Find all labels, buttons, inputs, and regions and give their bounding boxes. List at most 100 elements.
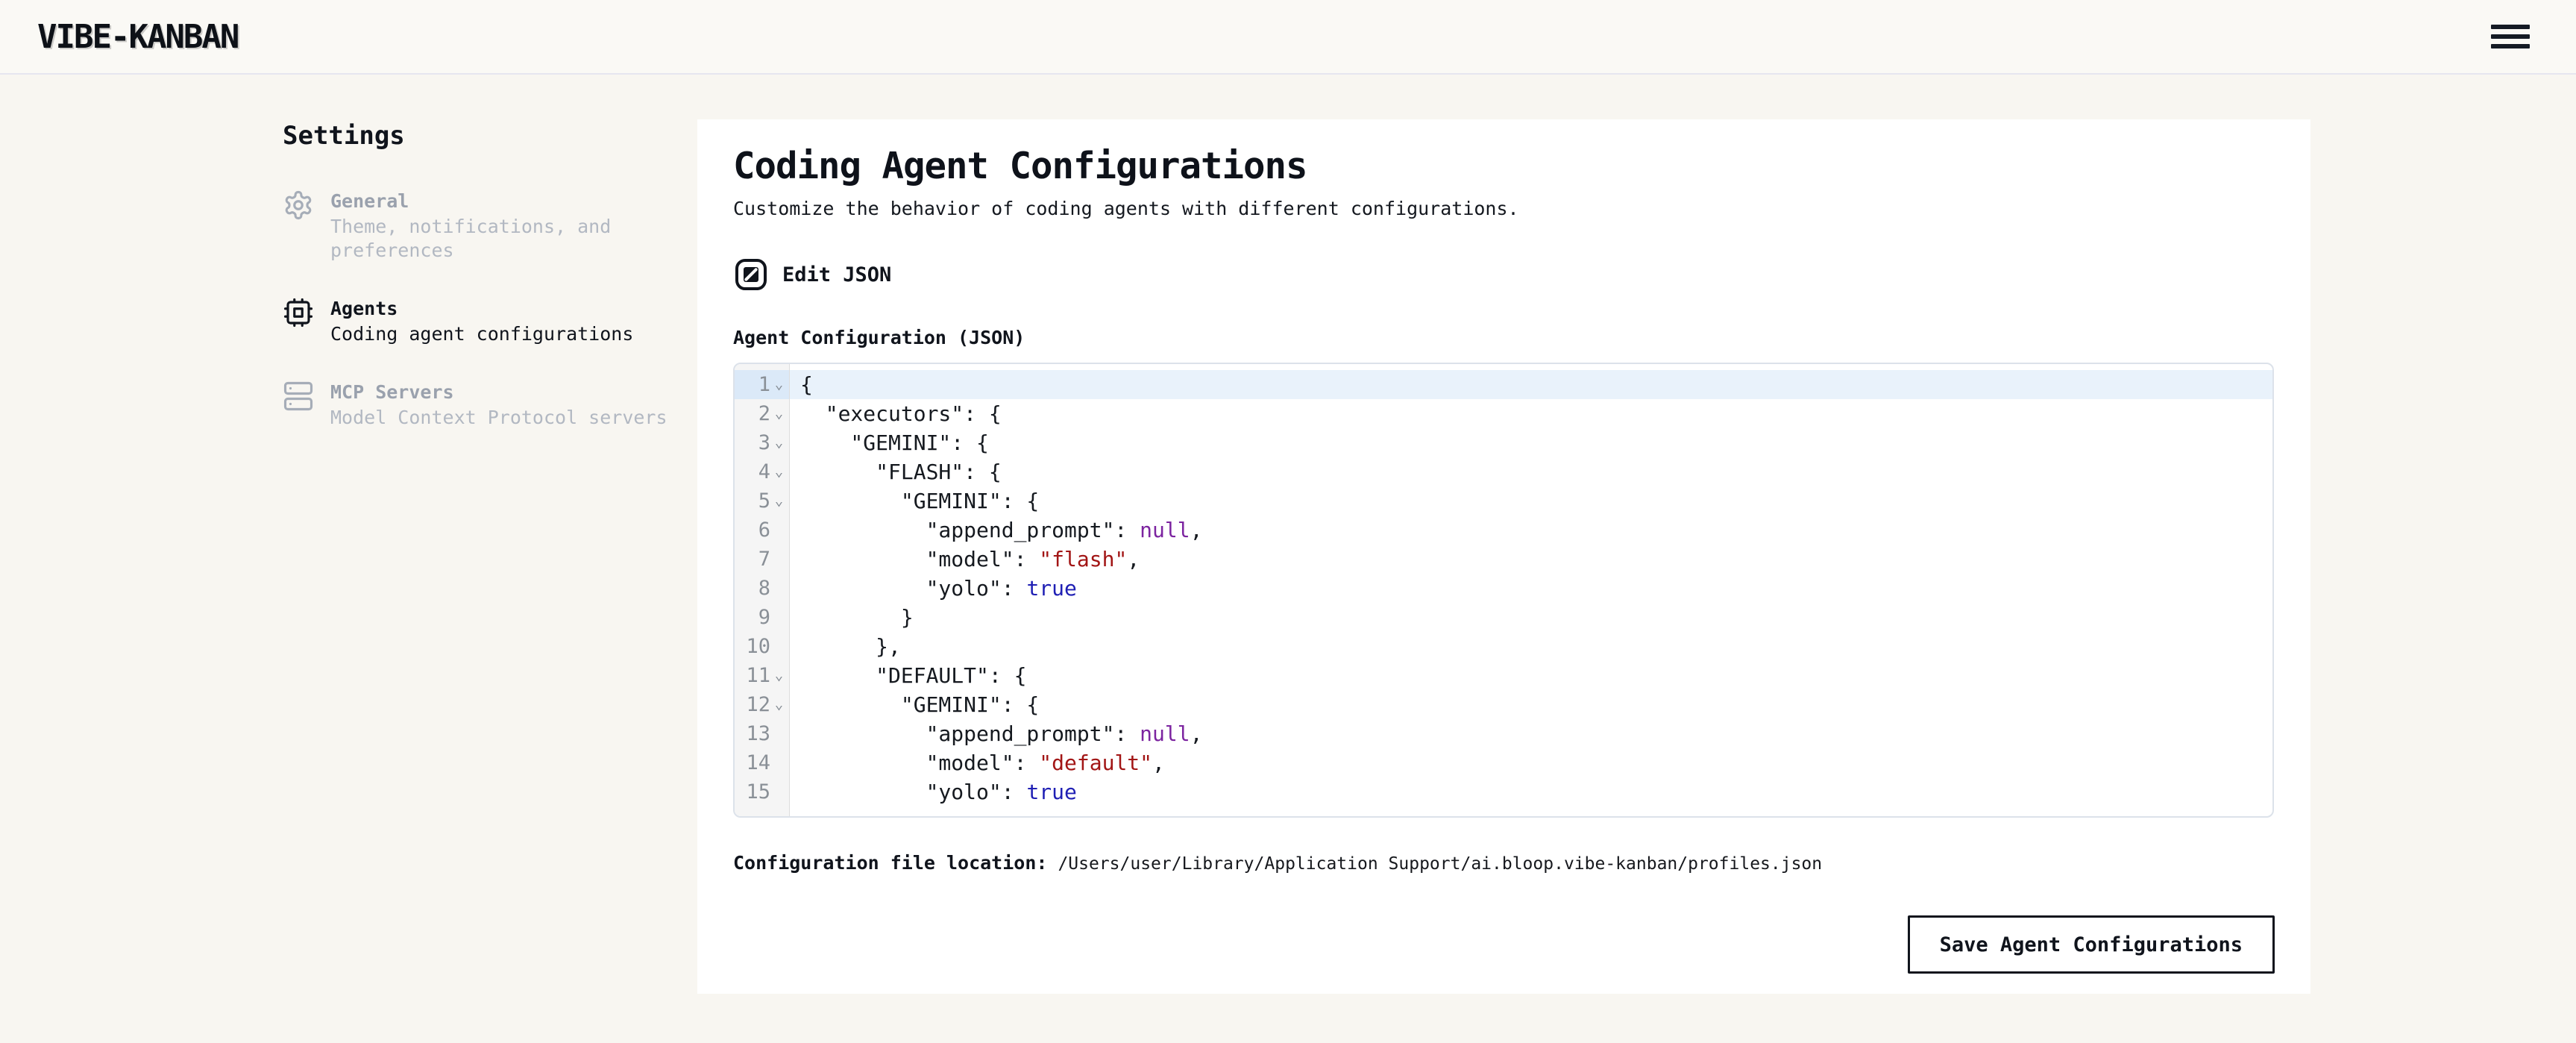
line-number: 1 [758, 373, 770, 396]
code-token: "FLASH": { [800, 460, 1002, 484]
line-number: 8 [758, 577, 770, 600]
code-line[interactable]: "yolo": true [790, 777, 2272, 806]
code-line[interactable]: "yolo": true [790, 574, 2272, 603]
code-line[interactable]: "DEFAULT": { [790, 661, 2272, 690]
sidebar-item-general[interactable]: General Theme, notifications, and prefere… [283, 190, 697, 263]
code-line[interactable]: "GEMINI": { [790, 690, 2272, 719]
sidebar-item-mcp-servers[interactable]: MCP Servers Model Context Protocol server… [283, 380, 697, 430]
code-line[interactable]: "GEMINI": { [790, 486, 2272, 516]
cpu-icon [283, 297, 314, 328]
line-number: 12 [746, 693, 770, 716]
json-code-editor[interactable]: 1⌄2⌄3⌄4⌄5⌄6⌄7⌄8⌄9⌄10⌄11⌄12⌄13⌄14⌄15⌄ { "… [733, 363, 2274, 818]
config-file-location-label: Configuration file location: [733, 852, 1048, 874]
code-token: "executors": { [800, 401, 1002, 426]
code-token: "GEMINI": { [800, 489, 1040, 513]
line-number: 3 [758, 431, 770, 454]
page-body: Settings General Theme, notifications, an… [0, 75, 2576, 994]
gutter-line-number: 5 ⌄ [735, 486, 789, 516]
edit-json-toggle[interactable]: Edit JSON [733, 257, 891, 292]
code-token: "DEFAULT": { [800, 663, 1027, 688]
app-header: VIBE-KANBAN [0, 0, 2576, 75]
sidebar-item-description: Model Context Protocol servers [330, 407, 667, 428]
code-token-null: null [1140, 518, 1190, 542]
code-token-bool: true [1026, 780, 1077, 804]
save-agent-configurations-button[interactable]: Save Agent Configurations [1907, 915, 2275, 974]
server-icon [283, 380, 314, 412]
hamburger-bar [2491, 44, 2530, 48]
hamburger-bar [2491, 25, 2530, 29]
hamburger-menu-icon[interactable] [2491, 22, 2530, 51]
config-file-location: Configuration file location: /Users/user… [733, 852, 2275, 874]
line-number: 9 [758, 606, 770, 629]
hamburger-bar [2491, 34, 2530, 39]
editor-label: Agent Configuration (JSON) [733, 327, 1025, 348]
gutter-line-number: 6⌄ [735, 516, 789, 545]
code-line[interactable]: "GEMINI": { [790, 428, 2272, 457]
gutter-line-number: 12 ⌄ [735, 690, 789, 719]
line-number: 15 [746, 780, 770, 804]
line-number: 2 [758, 402, 770, 425]
code-token: "append_prompt": [800, 518, 1140, 542]
fold-chevron-icon[interactable]: ⌄ [773, 494, 785, 508]
line-number: 6 [758, 519, 770, 542]
gutter-line-number: 8⌄ [735, 574, 789, 603]
sidebar-item-label: General [330, 190, 409, 212]
line-number: 5 [758, 489, 770, 513]
code-line[interactable]: { [790, 370, 2272, 399]
fold-chevron-icon[interactable]: ⌄ [773, 407, 785, 421]
gutter-line-number: 2 ⌄ [735, 399, 789, 428]
fold-chevron-icon[interactable]: ⌄ [773, 378, 785, 392]
fold-chevron-icon[interactable]: ⌄ [773, 465, 785, 479]
fold-chevron-icon[interactable]: ⌄ [773, 436, 785, 450]
sidebar-title: Settings [283, 121, 405, 151]
code-token: "append_prompt": [800, 721, 1140, 746]
gutter-line-number: 4 ⌄ [735, 457, 789, 486]
gutter-line-number: 10⌄ [735, 632, 789, 661]
gutter-line-number: 11 ⌄ [735, 661, 789, 690]
code-token: "GEMINI": { [800, 692, 1040, 717]
sidebar-item-agents[interactable]: Agents Coding agent configurations [283, 297, 697, 346]
gear-icon [283, 190, 314, 221]
config-file-location-path: /Users/user/Library/Application Support/… [1058, 854, 1823, 874]
code-line[interactable]: "append_prompt": null, [790, 719, 2272, 748]
code-line[interactable]: "executors": { [790, 399, 2272, 428]
settings-nav: General Theme, notifications, and prefere… [283, 190, 697, 430]
code-line[interactable]: "model": "flash", [790, 545, 2272, 574]
gutter-line-number: 15⌄ [735, 777, 789, 806]
editor-gutter: 1⌄2⌄3⌄4⌄5⌄6⌄7⌄8⌄9⌄10⌄11⌄12⌄13⌄14⌄15⌄ [735, 364, 790, 816]
page-title: Coding Agent Configurations [733, 145, 1308, 187]
code-token-bool: true [1026, 576, 1077, 601]
code-token: }, [800, 634, 901, 659]
line-number: 11 [746, 664, 770, 687]
line-number: 10 [746, 635, 770, 658]
code-token-null: null [1140, 721, 1190, 746]
editor-code-area[interactable]: { "executors": { "GEMINI": { "FLASH": { … [790, 364, 2272, 816]
code-token: , [1152, 751, 1165, 775]
fold-chevron-icon[interactable]: ⌄ [773, 698, 785, 712]
code-line[interactable]: "model": "default", [790, 748, 2272, 777]
edit-json-toggle-icon [735, 259, 767, 290]
code-token-str: "default" [1039, 751, 1153, 775]
sidebar-item-description: Theme, notifications, and preferences [330, 216, 612, 261]
fold-chevron-icon[interactable]: ⌄ [773, 668, 785, 683]
code-line[interactable]: } [790, 603, 2272, 632]
app-logo: VIBE-KANBAN [37, 17, 239, 56]
code-token: , [1190, 518, 1203, 542]
line-number: 4 [758, 460, 770, 483]
sidebar-item-label: MCP Servers [330, 381, 454, 403]
code-token: } [800, 605, 914, 630]
line-number: 13 [746, 722, 770, 745]
code-token: "model": [800, 751, 1040, 775]
gutter-line-number: 1 ⌄ [735, 370, 789, 399]
code-line[interactable]: "append_prompt": null, [790, 516, 2272, 545]
code-line[interactable]: }, [790, 632, 2272, 661]
code-token: "yolo": [800, 780, 1027, 804]
gutter-line-number: 3 ⌄ [735, 428, 789, 457]
code-line[interactable]: "FLASH": { [790, 457, 2272, 486]
agent-config-panel: Coding Agent Configurations Customize th… [697, 119, 2310, 994]
code-token: { [800, 372, 813, 397]
line-number: 14 [746, 751, 770, 774]
gutter-line-number: 14⌄ [735, 748, 789, 777]
settings-sidebar: Settings General Theme, notifications, an… [283, 75, 697, 430]
code-token-str: "flash" [1039, 547, 1128, 571]
